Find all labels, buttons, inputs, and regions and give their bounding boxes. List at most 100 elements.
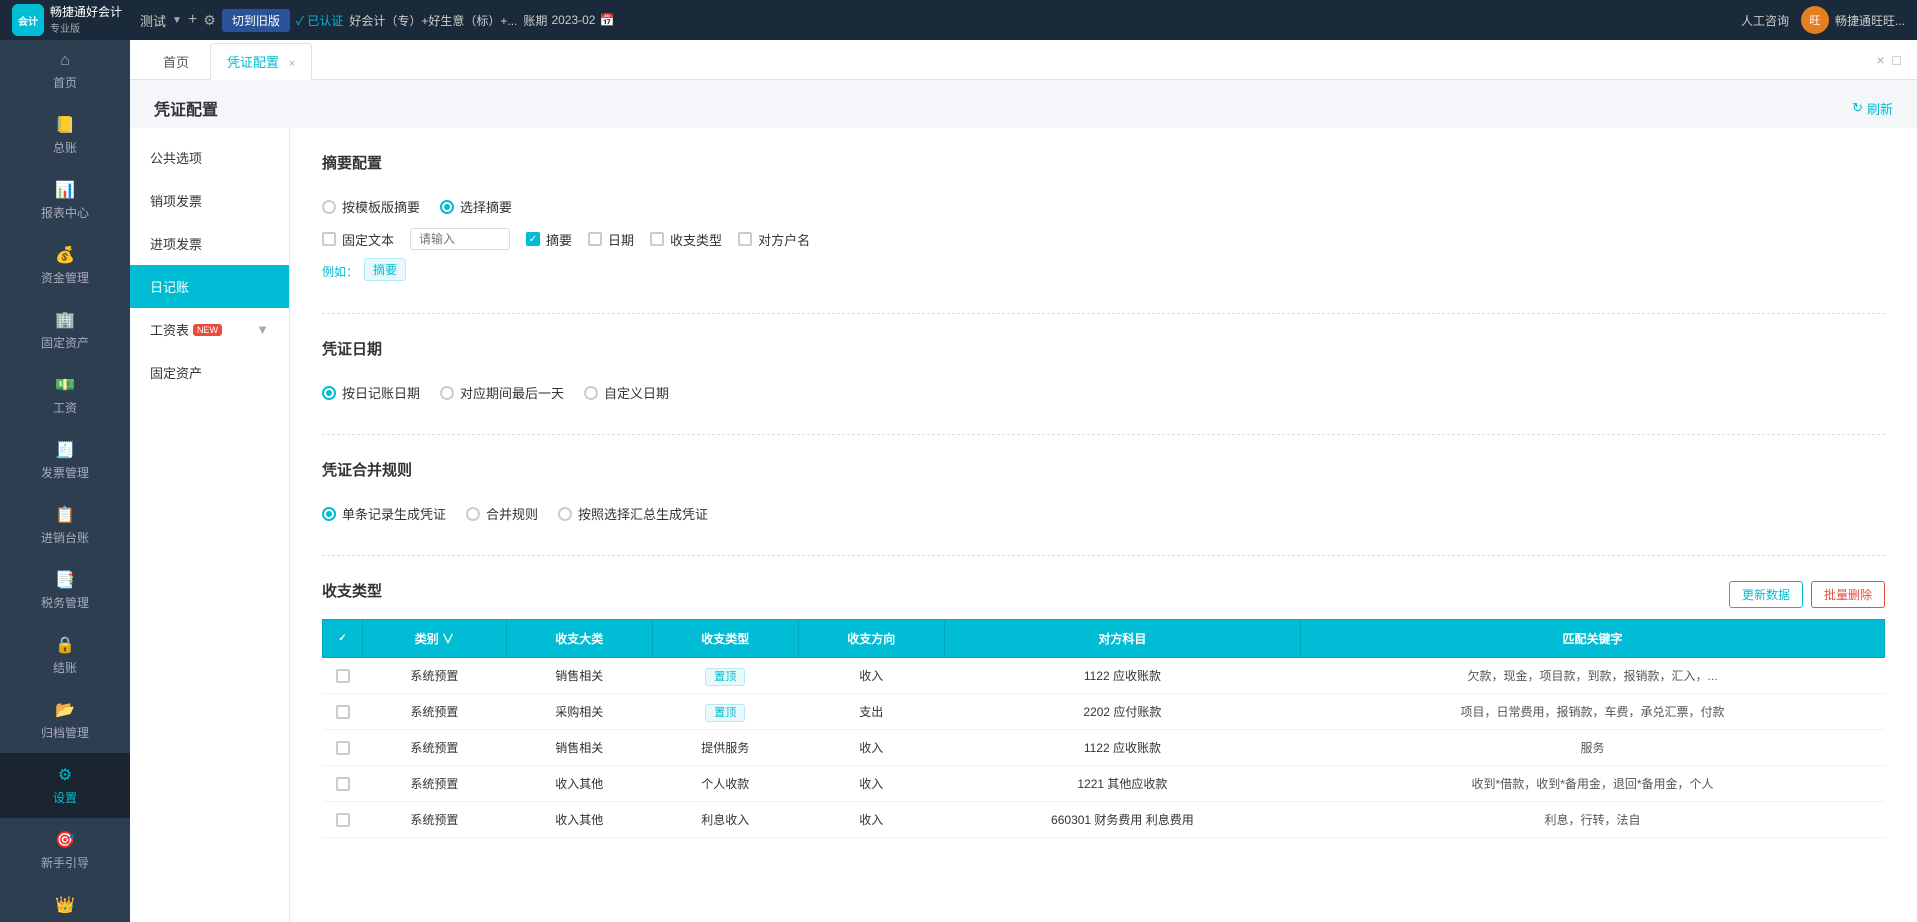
select-all-checkbox[interactable]: ✓ (336, 632, 350, 646)
sidebar-item-reports[interactable]: 📊 报表中心 (0, 168, 130, 233)
merge-option-summary-label: 按照选择汇总生成凭证 (578, 504, 708, 523)
sidebar-label-close: 结账 (53, 659, 77, 676)
merge-option-summary[interactable]: 按照选择汇总生成凭证 (558, 504, 708, 523)
left-nav-purchase-invoice-label: 进项发票 (150, 234, 202, 253)
sidebar-item-tax[interactable]: 📑 税务管理 (0, 558, 130, 623)
left-nav-fixed-assets[interactable]: 固定资产 (130, 351, 289, 394)
date-option-custom-label: 自定义日期 (604, 383, 669, 402)
left-nav-sales-invoice[interactable]: 销项发票 (130, 179, 289, 222)
window-minimize-icon[interactable]: × (1876, 52, 1884, 68)
date-option-journal[interactable]: 按日记账日期 (322, 383, 420, 402)
sidebar-item-settings[interactable]: ⚙ 设置 (0, 753, 130, 818)
table-row: 系统预置 销售相关 提供服务 收入 1122 应收账款 服务 (323, 730, 1885, 766)
summary-checkbox[interactable]: ✓ 摘要 (526, 230, 572, 249)
sidebar-label-archive: 归档管理 (41, 724, 89, 741)
row-checkbox[interactable] (336, 741, 350, 755)
settings-icon[interactable]: ⚙ (203, 12, 216, 29)
sidebar-item-home[interactable]: ⌂ 首页 (0, 40, 130, 103)
counterpart-checkbox[interactable]: 对方户名 (738, 230, 810, 249)
reset-tag[interactable]: 置顶 (705, 668, 745, 686)
sidebar-item-payroll[interactable]: 💵 工资 (0, 363, 130, 428)
merge-option-rules[interactable]: 合并规则 (466, 504, 538, 523)
row-account: 1122 应收账款 (944, 658, 1300, 694)
counterpart-label: 对方户名 (758, 230, 810, 249)
sidebar-item-member[interactable]: 👑 畅会员 (0, 883, 130, 922)
th-keywords: 匹配关键字 (1301, 620, 1885, 658)
batch-delete-button[interactable]: 批量删除 (1811, 581, 1885, 608)
refresh-button[interactable]: ↻ 刷新 (1852, 99, 1893, 118)
page-title: 凭证配置 (154, 96, 218, 120)
sidebar-item-purchase[interactable]: 📋 进销台账 (0, 493, 130, 558)
row-checkbox-cell (323, 694, 363, 730)
th-major-type: 收支大类 (506, 620, 652, 658)
sidebar-item-funds[interactable]: 💰 资金管理 (0, 233, 130, 298)
sidebar-item-ledger[interactable]: 📒 总账 (0, 103, 130, 168)
consult-label[interactable]: 人工咨询 (1741, 12, 1789, 29)
summary-option-select-label: 选择摘要 (460, 197, 512, 216)
sidebar-label-purchase: 进销台账 (41, 529, 89, 546)
date-option-custom[interactable]: 自定义日期 (584, 383, 669, 402)
left-nav-purchase-invoice[interactable]: 进项发票 (130, 222, 289, 265)
content-area: 首页 凭证配置 × × □ 凭证配置 ↻ 刷新 公共选项 (130, 40, 1917, 922)
config-area: 摘要配置 按模板版摘要 选择摘要 (290, 128, 1917, 922)
left-nav-payroll[interactable]: 工资表 NEW ▼ (130, 308, 289, 351)
row-direction: 收入 (798, 766, 944, 802)
fixed-text-input[interactable] (410, 228, 510, 250)
reset-tag[interactable]: 置顶 (705, 704, 745, 722)
table-row: 系统预置 销售相关 置顶 收入 1122 应收账款 欠款，现金，项目款，到款，报… (323, 658, 1885, 694)
left-nav-public[interactable]: 公共选项 (130, 136, 289, 179)
payment-type-checkbox[interactable]: 收支类型 (650, 230, 722, 249)
row-checkbox[interactable] (336, 777, 350, 791)
row-direction: 收入 (798, 658, 944, 694)
left-nav-journal[interactable]: 日记账 (130, 265, 289, 308)
user-area: 旺 畅捷通旺旺... (1801, 6, 1905, 34)
window-maximize-icon[interactable]: □ (1893, 52, 1901, 68)
sidebar-item-invoice[interactable]: 🧾 发票管理 (0, 428, 130, 493)
divider-2 (322, 434, 1885, 435)
row-direction: 收入 (798, 730, 944, 766)
summary-option-template-label: 按模板版摘要 (342, 197, 420, 216)
sidebar-label-payroll: 工资 (53, 399, 77, 416)
summary-checkbox-label: 摘要 (546, 230, 572, 249)
example-value: 摘要 (364, 258, 406, 281)
guide-icon: 🎯 (55, 830, 75, 850)
sidebar-item-guide[interactable]: 🎯 新手引导 (0, 818, 130, 883)
inner-layout: 公共选项 销项发票 进项发票 日记账 工资表 NEW ▼ 固定资产 (130, 128, 1917, 922)
summary-option-select[interactable]: 选择摘要 (440, 197, 512, 216)
row-checkbox[interactable] (336, 669, 350, 683)
calendar-icon[interactable]: 📅 (599, 13, 614, 27)
update-data-button[interactable]: 更新数据 (1729, 581, 1803, 608)
row-checkbox[interactable] (336, 813, 350, 827)
radio-rules-circle (466, 507, 480, 521)
row-account: 2202 应付账款 (944, 694, 1300, 730)
sidebar-item-fixed-assets[interactable]: 🏢 固定资产 (0, 298, 130, 363)
switch-version-button[interactable]: 切到旧版 (222, 9, 290, 32)
period-label: 账期 (523, 12, 547, 29)
date-checkbox[interactable]: 日期 (588, 230, 634, 249)
invoice-icon: 🧾 (55, 440, 75, 460)
dropdown-arrow-icon[interactable]: ▼ (172, 15, 182, 26)
date-checkbox-label: 日期 (608, 230, 634, 249)
close-books-icon: 🔒 (55, 635, 75, 655)
fixed-assets-icon: 🏢 (55, 310, 75, 330)
tab-voucher-config[interactable]: 凭证配置 × (210, 43, 312, 80)
fixed-text-checkbox[interactable]: 固定文本 (322, 230, 394, 249)
row-checkbox[interactable] (336, 705, 350, 719)
archive-icon: 📂 (55, 700, 75, 720)
summary-option-template[interactable]: 按模板版摘要 (322, 197, 420, 216)
logo-icon: 会计 (12, 4, 44, 36)
sidebar-item-close[interactable]: 🔒 结账 (0, 623, 130, 688)
tab-home-label: 首页 (163, 55, 189, 70)
tab-close-icon[interactable]: × (289, 58, 295, 70)
voucher-date-radio-group: 按日记账日期 对应期间最后一天 自定义日期 (322, 383, 1885, 402)
payment-types-section: 收支类型 更新数据 批量删除 ✓ (322, 580, 1885, 838)
add-icon[interactable]: + (188, 11, 197, 29)
date-option-last-day[interactable]: 对应期间最后一天 (440, 383, 564, 402)
sidebar-item-archive[interactable]: 📂 归档管理 (0, 688, 130, 753)
tax-icon: 📑 (55, 570, 75, 590)
radio-custom-circle (584, 386, 598, 400)
merge-option-single[interactable]: 单条记录生成凭证 (322, 504, 446, 523)
radio-journal-dot (326, 390, 332, 396)
row-checkbox-cell (323, 766, 363, 802)
tab-home[interactable]: 首页 (146, 43, 206, 79)
